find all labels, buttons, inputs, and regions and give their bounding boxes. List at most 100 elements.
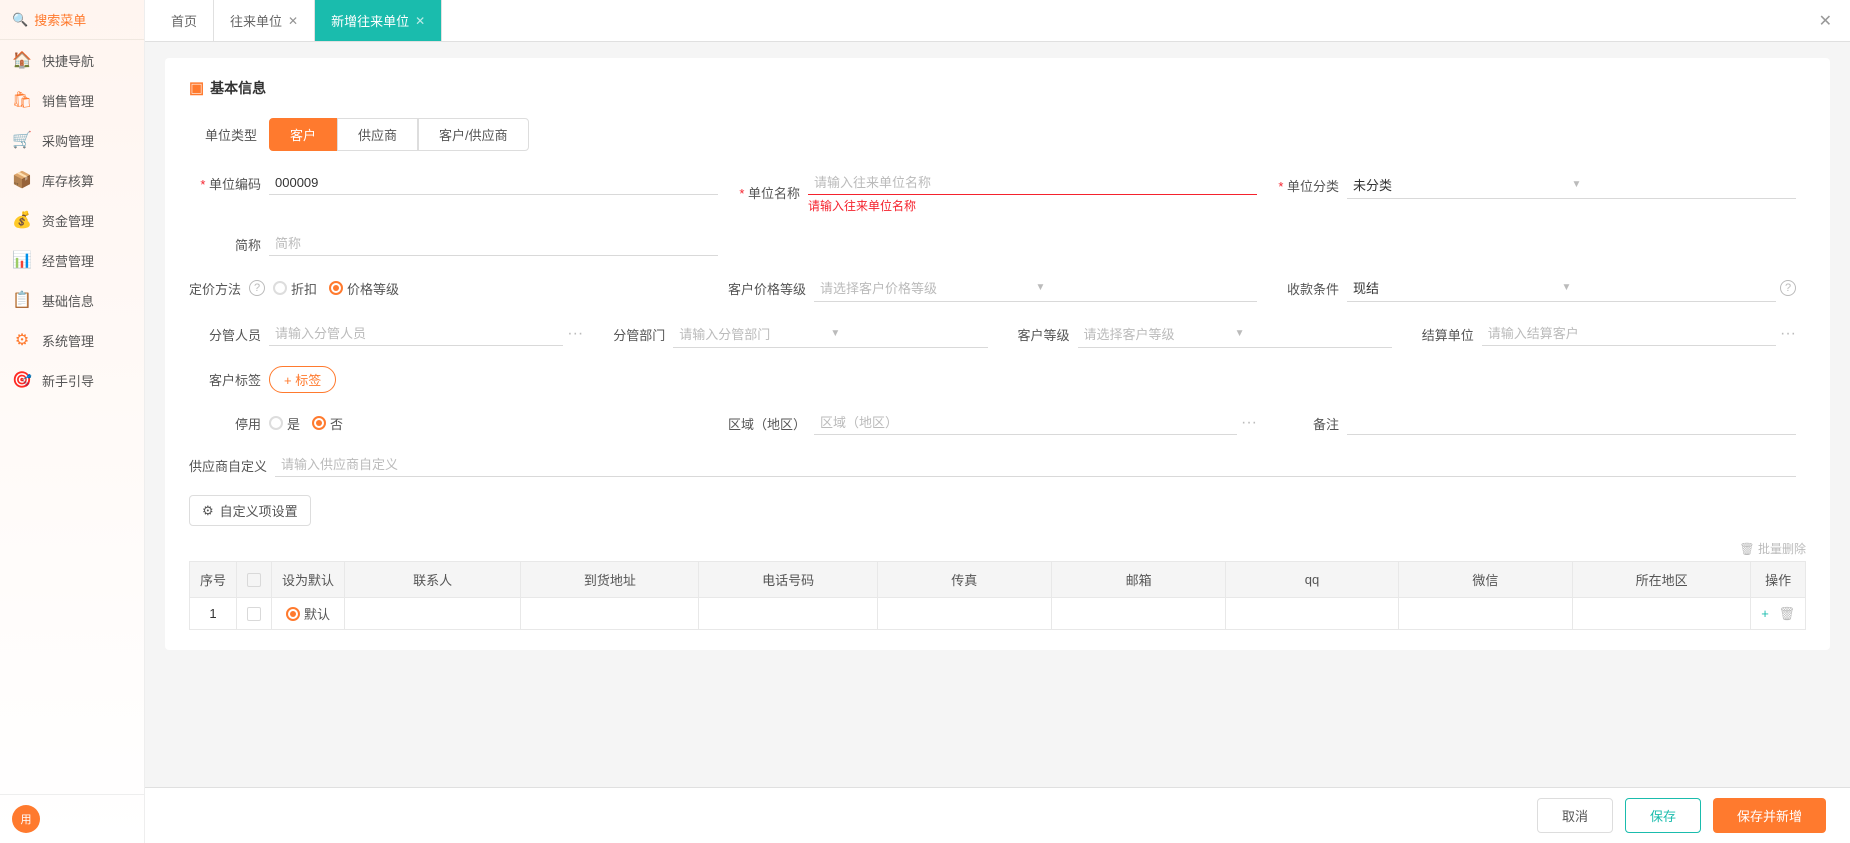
col-qq: qq: [1226, 562, 1399, 598]
settlement-dots[interactable]: ···: [1780, 325, 1796, 343]
unit-type-row: 单位类型 客户 供应商 客户/供应商: [189, 118, 1806, 151]
form-row-3: 定价方法 ? 折扣 价格等级 客户: [189, 274, 1806, 302]
phone-input[interactable]: [709, 606, 866, 621]
region-input[interactable]: [814, 411, 1237, 435]
fax-input[interactable]: [888, 606, 1041, 621]
tab-partners[interactable]: 往来单位 ✕: [214, 0, 315, 41]
batch-delete-btn[interactable]: 🗑 批量删除: [189, 540, 1806, 557]
supplier-custom-input[interactable]: [275, 453, 1796, 477]
manager-input[interactable]: [269, 322, 563, 346]
row-checkbox-cell: [237, 598, 272, 630]
sidebar-item-basic-info[interactable]: 📋 基础信息: [0, 280, 144, 320]
close-all-tabs[interactable]: ✕: [1811, 11, 1840, 31]
col-phone: 电话号码: [699, 562, 877, 598]
sidebar-item-purchase[interactable]: 🛒 采购管理: [0, 120, 144, 160]
row-default-radio[interactable]: 默认: [282, 604, 334, 623]
row-address[interactable]: [521, 598, 699, 630]
disabled-yes[interactable]: 是: [269, 414, 300, 433]
unit-type-supplier[interactable]: 供应商: [337, 118, 418, 151]
sidebar-item-operations[interactable]: 📊 经营管理: [0, 240, 144, 280]
search-menu-item[interactable]: 🔍 搜索菜单: [0, 0, 144, 40]
unit-code-field: 单位编码: [189, 171, 718, 195]
email-input[interactable]: [1062, 606, 1215, 621]
customer-price-level-placeholder: 请选择客户价格等级: [820, 278, 1036, 297]
row-qq[interactable]: [1226, 598, 1399, 630]
payment-terms-hint[interactable]: ?: [1780, 280, 1796, 296]
save-new-button[interactable]: 保存并新增: [1713, 798, 1826, 833]
form-row-7: 供应商自定义: [189, 453, 1806, 477]
disabled-no[interactable]: 否: [312, 414, 343, 433]
unit-type-customer[interactable]: 客户: [269, 118, 337, 151]
customer-level-placeholder: 请选择客户等级: [1084, 324, 1235, 343]
manager-dots[interactable]: ···: [567, 325, 583, 343]
address-input[interactable]: [531, 606, 688, 621]
basic-info-card: ▣ 基本信息 单位类型 客户 供应商 客户/供应商 单位编码 单位名称: [165, 58, 1830, 650]
unit-category-select[interactable]: 未分类 ▼: [1347, 171, 1796, 199]
chevron-down-icon-4: ▼: [830, 328, 981, 339]
customer-level-select[interactable]: 请选择客户等级 ▼: [1078, 320, 1392, 348]
sidebar-item-new-guide[interactable]: 🎯 新手引导: [0, 360, 144, 400]
contact-input[interactable]: [355, 606, 510, 621]
tab-partners-close[interactable]: ✕: [288, 14, 298, 28]
sidebar-item-system[interactable]: ⚙ 系统管理: [0, 320, 144, 360]
chevron-down-icon-5: ▼: [1235, 328, 1386, 339]
wechat-input[interactable]: [1409, 606, 1562, 621]
pricing-level[interactable]: 价格等级: [329, 279, 399, 298]
form-row-4: 分管人员 ··· 分管部门 请输入分管部门 ▼ 客户等级 请选择客户等级 ▼: [189, 320, 1806, 348]
sidebar-item-label: 销售管理: [42, 91, 94, 110]
tab-partners-label: 往来单位: [230, 11, 282, 30]
supplier-custom-label: 供应商自定义: [189, 456, 275, 475]
customer-price-level-select[interactable]: 请选择客户价格等级 ▼: [814, 274, 1257, 302]
default-label: 默认: [304, 604, 330, 623]
unit-name-input[interactable]: [808, 171, 1257, 195]
disabled-no-radio: [312, 416, 326, 430]
row-region[interactable]: [1572, 598, 1750, 630]
batch-delete-icon: 🗑: [1739, 542, 1754, 556]
payment-terms-select[interactable]: 现结 ▼: [1347, 274, 1776, 302]
unit-code-input[interactable]: [269, 171, 718, 195]
custom-settings-button[interactable]: ⚙ 自定义项设置: [189, 495, 311, 526]
sidebar-item-label: 新手引导: [42, 371, 94, 390]
form-row-5: 客户标签 + 标签: [189, 366, 1806, 393]
row-contact[interactable]: [345, 598, 521, 630]
row-checkbox[interactable]: [247, 607, 261, 621]
tab-home[interactable]: 首页: [155, 0, 214, 41]
row-fax[interactable]: [877, 598, 1051, 630]
tab-new-partner[interactable]: 新增往来单位 ✕: [315, 0, 442, 41]
sidebar-item-quick-nav[interactable]: 🏠 快捷导航: [0, 40, 144, 80]
short-name-input[interactable]: [269, 232, 718, 256]
cancel-button[interactable]: 取消: [1537, 798, 1613, 833]
row-region-input[interactable]: [1583, 606, 1740, 621]
pricing-discount[interactable]: 折扣: [273, 279, 317, 298]
discount-radio: [273, 281, 287, 295]
sidebar-item-label: 系统管理: [42, 331, 94, 350]
add-row-btn[interactable]: +: [1761, 606, 1769, 621]
pricing-hint-icon[interactable]: ?: [249, 280, 265, 296]
department-placeholder: 请输入分管部门: [679, 324, 830, 343]
col-email: 邮箱: [1051, 562, 1225, 598]
sidebar-item-finance[interactable]: 💰 资金管理: [0, 200, 144, 240]
row-phone[interactable]: [699, 598, 877, 630]
qq-input[interactable]: [1236, 606, 1388, 621]
tab-new-partner-close[interactable]: ✕: [415, 14, 425, 28]
row-email[interactable]: [1051, 598, 1225, 630]
region-dots[interactable]: ···: [1241, 414, 1257, 432]
tab-bar: 首页 往来单位 ✕ 新增往来单位 ✕ ✕: [145, 0, 1850, 42]
sidebar-item-sales[interactable]: 🛍 销售管理: [0, 80, 144, 120]
row-wechat[interactable]: [1398, 598, 1572, 630]
settlement-unit-input[interactable]: [1482, 322, 1776, 346]
tab-home-label: 首页: [171, 11, 197, 30]
sales-icon: 🛍: [12, 90, 32, 110]
department-select[interactable]: 请输入分管部门 ▼: [673, 320, 987, 348]
select-all-checkbox[interactable]: [247, 573, 261, 587]
unit-name-label: 单位名称: [728, 183, 808, 202]
add-tag-button[interactable]: + 标签: [269, 366, 336, 393]
unit-type-both[interactable]: 客户/供应商: [418, 118, 529, 151]
remark-input[interactable]: [1347, 411, 1796, 435]
col-fax: 传真: [877, 562, 1051, 598]
save-button[interactable]: 保存: [1625, 798, 1701, 833]
delete-row-btn[interactable]: 🗑: [1778, 606, 1795, 621]
unit-name-field: 单位名称 请输入往来单位名称: [728, 171, 1257, 214]
sidebar-item-inventory[interactable]: 📦 库存核算: [0, 160, 144, 200]
sidebar-item-label: 采购管理: [42, 131, 94, 150]
